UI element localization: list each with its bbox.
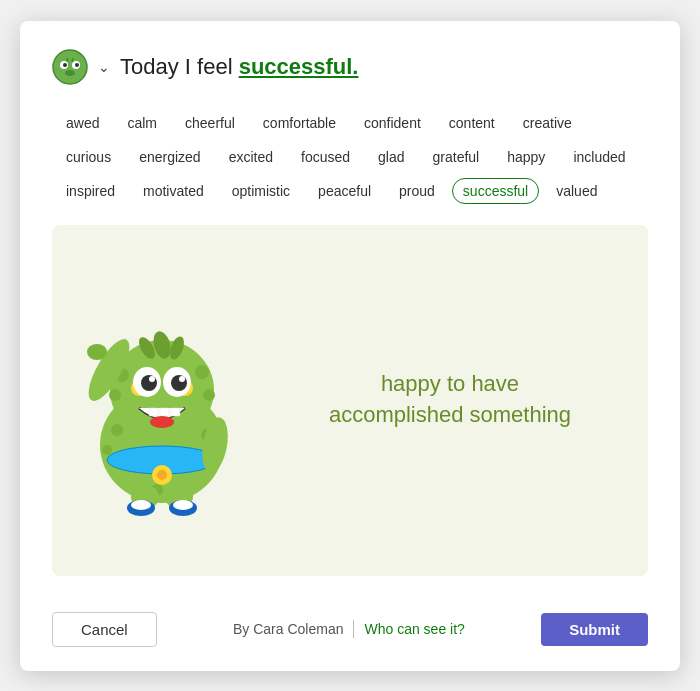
- avatar-icon: [52, 49, 88, 85]
- footer: Cancel By Cara Coleman Who can see it? S…: [52, 612, 648, 647]
- cancel-button[interactable]: Cancel: [52, 612, 157, 647]
- svg-point-10: [102, 445, 112, 455]
- svg-point-45: [131, 500, 151, 510]
- by-author: By Cara Coleman: [233, 621, 344, 637]
- emotion-tag-valued[interactable]: valued: [545, 178, 608, 204]
- emotion-tag-optimistic[interactable]: optimistic: [221, 178, 301, 204]
- emotion-tag-motivated[interactable]: motivated: [132, 178, 215, 204]
- svg-point-18: [157, 470, 167, 480]
- chevron-down-icon[interactable]: ⌄: [98, 59, 110, 75]
- emotion-tag-proud[interactable]: proud: [388, 178, 446, 204]
- emotion-tag-successful[interactable]: successful: [452, 178, 539, 204]
- modal: ⌄ Today I feel successful. awedcalmcheer…: [20, 21, 680, 671]
- emotion-tag-grateful[interactable]: grateful: [422, 144, 491, 170]
- emotion-tag-glad[interactable]: glad: [367, 144, 415, 170]
- svg-point-22: [195, 365, 209, 379]
- footer-meta-section: By Cara Coleman Who can see it?: [233, 620, 465, 638]
- svg-point-41: [87, 344, 107, 360]
- svg-rect-36: [149, 408, 158, 416]
- emotion-tag-focused[interactable]: focused: [290, 144, 361, 170]
- emotion-tag-energized[interactable]: energized: [128, 144, 212, 170]
- svg-point-23: [203, 389, 215, 401]
- emotions-grid: awedcalmcheerfulcomfortableconfidentcont…: [52, 107, 648, 207]
- svg-rect-37: [160, 408, 169, 416]
- emotion-tag-calm[interactable]: calm: [116, 110, 168, 136]
- emotion-tag-content[interactable]: content: [438, 110, 506, 136]
- monster-container: [52, 280, 272, 520]
- svg-point-32: [141, 375, 157, 391]
- feeling-word: successful.: [239, 54, 359, 79]
- emotion-tag-peaceful[interactable]: peaceful: [307, 178, 382, 204]
- monster-illustration: [67, 290, 257, 520]
- emotion-tag-cheerful[interactable]: cheerful: [174, 110, 246, 136]
- emotion-tag-happy[interactable]: happy: [496, 144, 556, 170]
- emotion-tag-excited[interactable]: excited: [218, 144, 284, 170]
- svg-point-35: [179, 376, 185, 382]
- svg-rect-38: [171, 408, 180, 416]
- submit-button[interactable]: Submit: [541, 613, 648, 646]
- svg-point-0: [53, 50, 87, 84]
- emotion-tag-included[interactable]: included: [562, 144, 636, 170]
- svg-point-34: [149, 376, 155, 382]
- feeling-display: happy to haveaccomplished something: [52, 225, 648, 576]
- feeling-description: happy to haveaccomplished something: [272, 349, 648, 451]
- header: ⌄ Today I feel successful.: [52, 49, 648, 85]
- who-can-see-link[interactable]: Who can see it?: [364, 621, 464, 637]
- header-title: Today I feel successful.: [120, 54, 358, 80]
- emotion-tag-confident[interactable]: confident: [353, 110, 432, 136]
- svg-point-21: [109, 389, 121, 401]
- svg-point-39: [150, 416, 174, 428]
- svg-point-5: [65, 70, 75, 76]
- footer-buttons: Cancel: [52, 612, 157, 647]
- svg-point-3: [63, 63, 67, 67]
- svg-point-4: [75, 63, 79, 67]
- svg-point-33: [171, 375, 187, 391]
- vertical-divider: [353, 620, 354, 638]
- emotion-tag-curious[interactable]: curious: [55, 144, 122, 170]
- feeling-description-text: happy to haveaccomplished something: [329, 369, 571, 431]
- emotion-tag-comfortable[interactable]: comfortable: [252, 110, 347, 136]
- emotion-tag-awed[interactable]: awed: [55, 110, 110, 136]
- svg-point-48: [173, 500, 193, 510]
- emotion-tag-inspired[interactable]: inspired: [55, 178, 126, 204]
- svg-point-9: [111, 424, 123, 436]
- emotion-tag-creative[interactable]: creative: [512, 110, 583, 136]
